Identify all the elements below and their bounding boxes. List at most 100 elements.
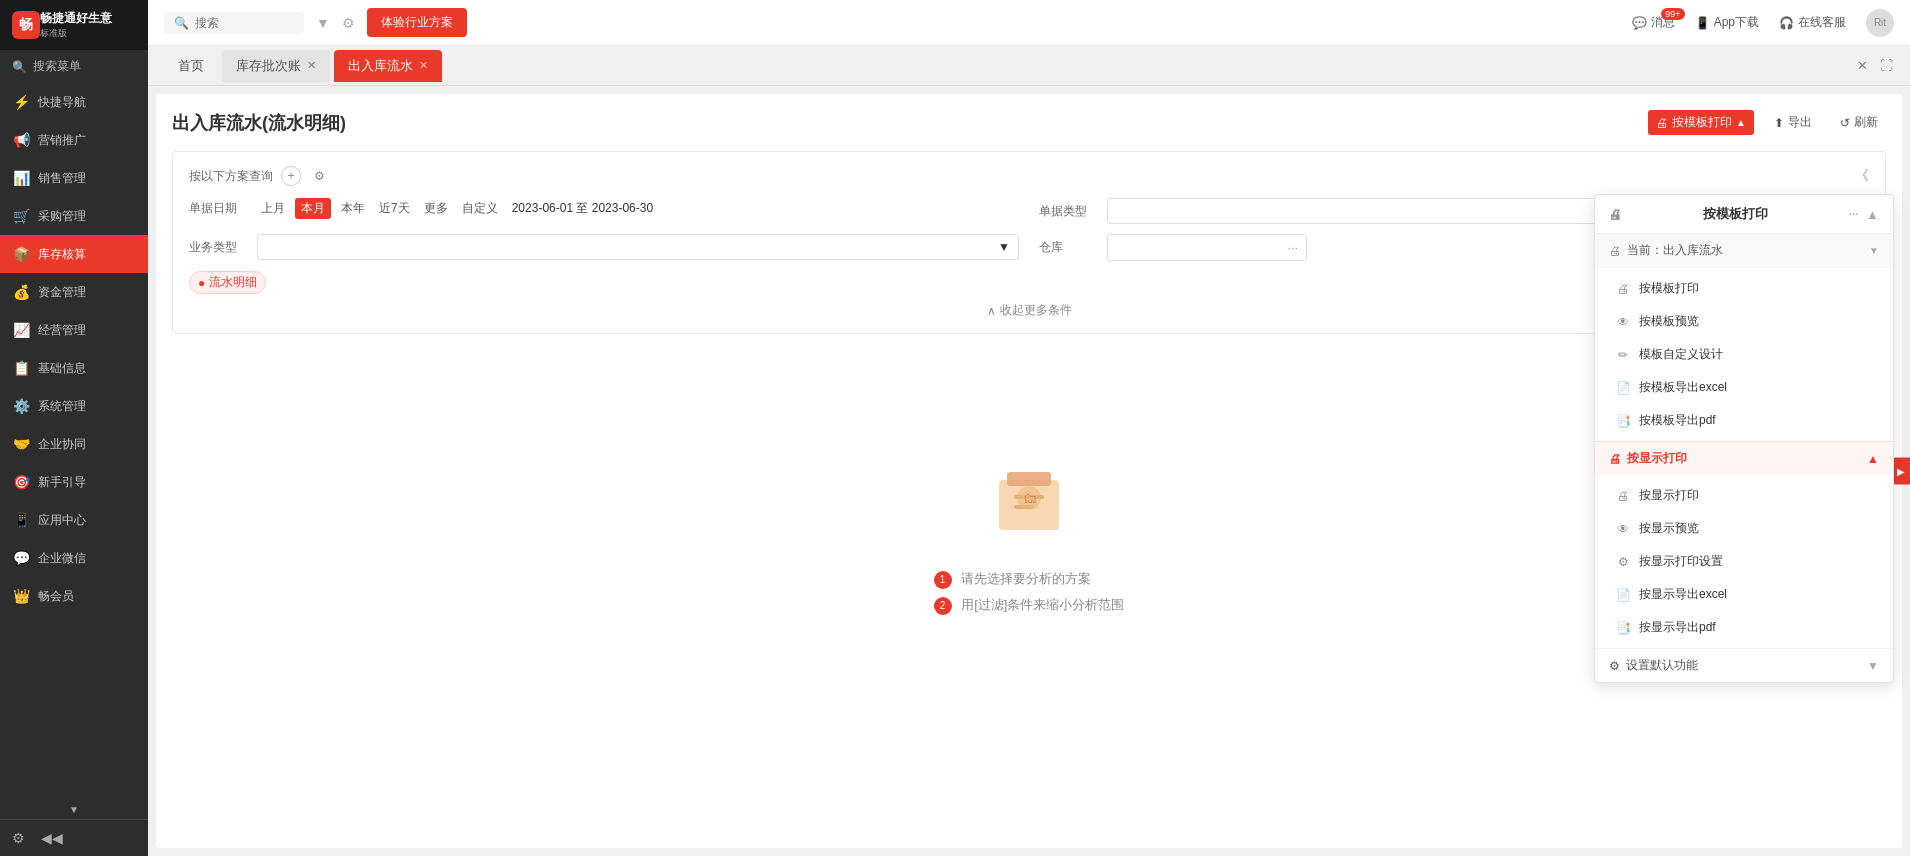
- window-controls: ✕ ⛶: [1854, 58, 1894, 74]
- print-template-btn[interactable]: 🖨 按模板打印 ▲: [1648, 110, 1754, 135]
- date-btn-more[interactable]: 更多: [420, 198, 452, 219]
- date-btn-custom[interactable]: 自定义: [458, 198, 502, 219]
- mobile-icon: 📱: [1695, 16, 1710, 30]
- dropdown-more-icon[interactable]: ···: [1849, 208, 1858, 220]
- marketing-icon: 📢: [12, 131, 30, 149]
- current-chevron: ▼: [1869, 245, 1879, 256]
- business-type-chevron: ▼: [998, 240, 1010, 254]
- user-avatar[interactable]: Rit: [1866, 9, 1894, 37]
- business-type-field: 业务类型 ▼: [189, 234, 1019, 260]
- print-template-icon: 🖨: [1615, 281, 1631, 297]
- topbar-right: 💬 消息 99+ 📱 App下载 🎧 在线客服 Rit: [1632, 9, 1894, 37]
- filter-header: 按以下方案查询 + ⚙ 《: [189, 166, 1869, 186]
- topbar-settings-icon[interactable]: ⚙: [342, 15, 355, 31]
- dropdown-export-excel-template[interactable]: 📄 按模板导出excel: [1595, 371, 1893, 404]
- dropdown-customize-template[interactable]: ✏ 模板自定义设计: [1595, 338, 1893, 371]
- dropdown-footer[interactable]: ⚙ 设置默认功能 ▼: [1595, 648, 1893, 682]
- sidebar-search[interactable]: 🔍 搜索菜单: [0, 50, 148, 83]
- refresh-btn[interactable]: ↺ 刷新: [1832, 110, 1886, 135]
- tab-flow-close[interactable]: ✕: [419, 60, 428, 71]
- export-btn[interactable]: ⬆ 导出: [1766, 110, 1820, 135]
- filter-collapse-btn[interactable]: 《: [1855, 167, 1869, 185]
- system-icon: ⚙️: [12, 397, 30, 415]
- topbar-dropdown-icon[interactable]: ▼: [316, 15, 330, 31]
- guide-icon: 🎯: [12, 473, 30, 491]
- date-btn-this-year[interactable]: 本年: [337, 198, 369, 219]
- collapse-more-btn[interactable]: ∧ 收起更多条件: [987, 302, 1072, 319]
- display-section: 🖨 按显示打印 👁 按显示预览 ⚙ 按显示打印设置 📄 按显示导出excel: [1595, 475, 1893, 648]
- collapse-icon[interactable]: ◀◀: [41, 830, 63, 846]
- quick-nav-icon: ⚡: [12, 93, 30, 111]
- export-pdf-template-icon: 📑: [1615, 413, 1631, 429]
- export-excel-display-icon: 📄: [1615, 587, 1631, 603]
- warehouse-select[interactable]: ···: [1107, 234, 1307, 261]
- sidebar-item-app[interactable]: 📱 应用中心: [0, 501, 148, 539]
- sidebar: 畅 畅捷通好生意 标准版 🔍 搜索菜单 ⚡ 快捷导航 📢 营销推广 📊 销售管理…: [0, 0, 148, 856]
- tab-flow[interactable]: 出入库流水 ✕: [334, 50, 442, 82]
- dropdown-preview-template[interactable]: 👁 按模板预览: [1595, 305, 1893, 338]
- empty-illustration: 🗂: [979, 450, 1079, 550]
- page: 出入库流水(流水明细) 🖨 按模板打印 ▲ ⬆ 导出 ↺ 刷新: [156, 94, 1902, 848]
- print-display-icon: 🖨: [1615, 488, 1631, 504]
- svg-text:🗂: 🗂: [1023, 490, 1037, 506]
- industry-btn[interactable]: 体验行业方案: [367, 8, 467, 37]
- sidebar-item-marketing[interactable]: 📢 营销推广: [0, 121, 148, 159]
- filter-add-btn[interactable]: +: [281, 166, 301, 186]
- online-service-btn[interactable]: 🎧 在线客服: [1779, 14, 1846, 31]
- vip-icon: 👑: [12, 587, 30, 605]
- search-icon: 🔍: [12, 60, 27, 74]
- chevron-up-icon: ∧: [987, 304, 996, 318]
- sidebar-item-system[interactable]: ⚙️ 系统管理: [0, 387, 148, 425]
- dropdown-print-settings-display[interactable]: ⚙ 按显示打印设置: [1595, 545, 1893, 578]
- sidebar-item-quick-nav[interactable]: ⚡ 快捷导航: [0, 83, 148, 121]
- dropdown-print-display[interactable]: 🖨 按显示打印: [1595, 479, 1893, 512]
- sidebar-item-sales[interactable]: 📊 销售管理: [0, 159, 148, 197]
- sidebar-item-finance[interactable]: 💰 资金管理: [0, 273, 148, 311]
- sidebar-item-coop[interactable]: 🤝 企业协同: [0, 425, 148, 463]
- sidebar-item-inventory[interactable]: 📦 库存核算: [0, 235, 148, 273]
- sidebar-item-wechat[interactable]: 💬 企业微信: [0, 539, 148, 577]
- settings-icon[interactable]: ⚙: [12, 830, 25, 846]
- tab-batch[interactable]: 库存批次账 ✕: [222, 50, 330, 82]
- date-btn-last-month[interactable]: 上月: [257, 198, 289, 219]
- date-btn-7days[interactable]: 近7天: [375, 198, 414, 219]
- filter-gear-btn[interactable]: ⚙: [309, 166, 329, 186]
- dropdown-print-template[interactable]: 🖨 按模板打印: [1595, 272, 1893, 305]
- flow-detail-tag[interactable]: ● 流水明细: [189, 271, 266, 294]
- avatar-img: Rit: [1866, 9, 1894, 37]
- window-close-btn[interactable]: ✕: [1854, 58, 1870, 74]
- dropdown-export-pdf-display[interactable]: 📑 按显示导出pdf: [1595, 611, 1893, 644]
- sidebar-item-purchase[interactable]: 🛒 采购管理: [0, 197, 148, 235]
- dropdown-preview-display[interactable]: 👁 按显示预览: [1595, 512, 1893, 545]
- right-bar-text[interactable]: ▶: [1896, 466, 1907, 477]
- footer-chevron: ▼: [1867, 659, 1879, 673]
- message-btn[interactable]: 💬 消息 99+: [1632, 14, 1675, 31]
- date-quick-buttons: 上月 本月 本年 近7天 更多 自定义 2023-06-01 至 2023-06…: [257, 198, 653, 219]
- main-area: 🔍 ▼ ⚙ 体验行业方案 💬 消息 99+ 📱 App下载 🎧 在线客服 Rit: [148, 0, 1910, 856]
- tabbar: 首页 库存批次账 ✕ 出入库流水 ✕ ✕ ⛶: [148, 46, 1910, 86]
- tab-batch-close[interactable]: ✕: [307, 60, 316, 71]
- dropdown-header: 🖨 按模板打印 ··· ▲: [1595, 195, 1893, 234]
- sidebar-item-guide[interactable]: 🎯 新手引导: [0, 463, 148, 501]
- export-excel-template-icon: 📄: [1615, 380, 1631, 396]
- dropdown-chevron-up[interactable]: ▲: [1866, 207, 1879, 222]
- topbar-search-input[interactable]: [195, 16, 285, 30]
- purchase-icon: 🛒: [12, 207, 30, 225]
- dropdown-current-item[interactable]: 🖨 当前：出入库流水 ▼: [1595, 234, 1893, 268]
- sidebar-bottom: ⚙ ◀◀: [0, 819, 148, 856]
- dropdown-export-excel-display[interactable]: 📄 按显示导出excel: [1595, 578, 1893, 611]
- tab-home[interactable]: 首页: [164, 50, 218, 82]
- sales-icon: 📊: [12, 169, 30, 187]
- dropdown-display-section-header[interactable]: 🖨 按显示打印 ▲: [1595, 441, 1893, 475]
- app-download-btn[interactable]: 📱 App下载: [1695, 14, 1759, 31]
- inventory-icon: 📦: [12, 245, 30, 263]
- business-type-select[interactable]: ▼: [257, 234, 1019, 260]
- sidebar-item-base[interactable]: 📋 基础信息: [0, 349, 148, 387]
- sidebar-item-vip[interactable]: 👑 畅会员: [0, 577, 148, 615]
- date-field: 单据日期 上月 本月 本年 近7天 更多 自定义 2023-06-01 至 20…: [189, 198, 1019, 219]
- export-pdf-display-icon: 📑: [1615, 620, 1631, 636]
- dropdown-export-pdf-template[interactable]: 📑 按模板导出pdf: [1595, 404, 1893, 437]
- sidebar-item-operation[interactable]: 📈 经营管理: [0, 311, 148, 349]
- date-btn-this-month[interactable]: 本月: [295, 198, 331, 219]
- window-maximize-btn[interactable]: ⛶: [1878, 58, 1894, 74]
